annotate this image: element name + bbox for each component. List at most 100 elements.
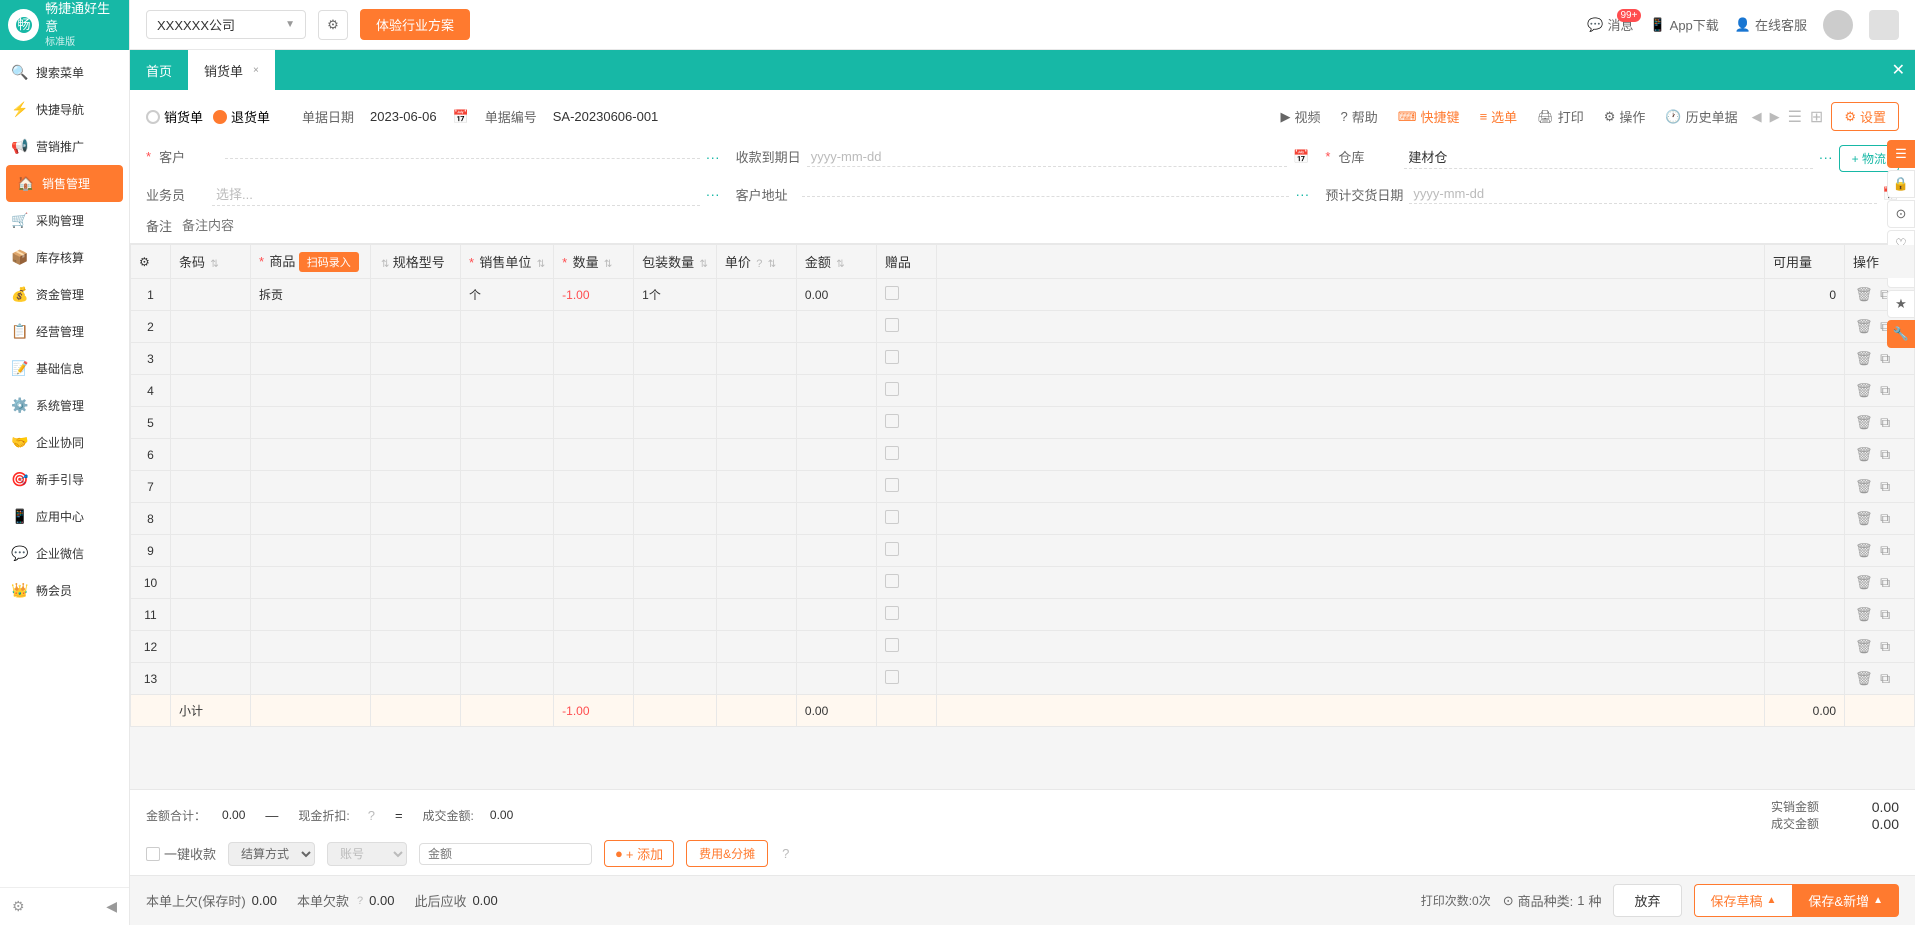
row-amount[interactable]: [796, 599, 876, 631]
row-amount[interactable]: [796, 663, 876, 695]
row-barcode[interactable]: [171, 599, 251, 631]
shortcut-btn[interactable]: ⌨ 快捷键: [1392, 104, 1466, 129]
gift-checkbox[interactable]: [885, 350, 899, 364]
sidebar-item-quicknav[interactable]: ⚡ 快捷导航: [0, 91, 129, 128]
row-barcode[interactable]: [171, 567, 251, 599]
delivery-date-input[interactable]: yyyy-mm-dd: [1409, 184, 1876, 204]
salesman-input[interactable]: 选择...: [212, 182, 700, 206]
sidebar-item-search[interactable]: 🔍 搜索菜单: [0, 54, 129, 91]
row-gift[interactable]: [876, 407, 936, 439]
row-qty[interactable]: [554, 503, 634, 535]
row-barcode[interactable]: [171, 535, 251, 567]
gift-checkbox[interactable]: [885, 606, 899, 620]
delete-icon[interactable]: 🗑: [1855, 350, 1873, 366]
row-unit[interactable]: [461, 567, 554, 599]
row-gift[interactable]: [876, 503, 936, 535]
row-pkgqty[interactable]: [634, 343, 717, 375]
sidebar-item-inventory[interactable]: 📦 库存核算: [0, 239, 129, 276]
row-gift[interactable]: [876, 535, 936, 567]
row-qty[interactable]: [554, 471, 634, 503]
copy-icon[interactable]: ⧉: [1880, 510, 1890, 526]
row-product[interactable]: [251, 503, 371, 535]
row-unit[interactable]: [461, 599, 554, 631]
row-product[interactable]: 拆贡: [251, 279, 371, 311]
th-settings[interactable]: ⚙: [131, 245, 171, 279]
gift-checkbox[interactable]: [885, 574, 899, 588]
row-unit[interactable]: [461, 663, 554, 695]
row-unit[interactable]: [461, 631, 554, 663]
sidebar-item-basic-info[interactable]: 📝 基础信息: [0, 350, 129, 387]
row-amount[interactable]: [796, 407, 876, 439]
radio-return-order[interactable]: 退货单: [213, 107, 270, 126]
gift-checkbox[interactable]: [885, 478, 899, 492]
expense-btn[interactable]: 费用&分摊: [686, 840, 768, 867]
row-amount[interactable]: [796, 631, 876, 663]
row-amount[interactable]: [796, 567, 876, 599]
row-pkgqty[interactable]: [634, 631, 717, 663]
pay-method-select[interactable]: 结算方式: [228, 842, 315, 866]
one-click-checkbox[interactable]: [146, 847, 160, 861]
row-pkgqty[interactable]: [634, 375, 717, 407]
row-qty[interactable]: [554, 343, 634, 375]
row-spec[interactable]: [371, 375, 461, 407]
notes-input[interactable]: [182, 218, 1899, 233]
row-barcode[interactable]: [171, 471, 251, 503]
row-pkgqty[interactable]: [634, 311, 717, 343]
row-qty[interactable]: -1.00: [554, 279, 634, 311]
ops-btn[interactable]: ⚙ 操作: [1598, 104, 1652, 129]
row-pkgqty[interactable]: [634, 407, 717, 439]
delete-icon[interactable]: 🗑: [1855, 670, 1873, 686]
row-barcode[interactable]: [171, 631, 251, 663]
delete-icon[interactable]: 🗑: [1855, 478, 1873, 494]
delete-icon[interactable]: 🗑: [1855, 510, 1873, 526]
row-qty[interactable]: [554, 311, 634, 343]
row-unit[interactable]: [461, 375, 554, 407]
row-price[interactable]: [716, 663, 796, 695]
row-barcode[interactable]: [171, 407, 251, 439]
row-barcode[interactable]: [171, 311, 251, 343]
sidebar-item-collab[interactable]: 🤝 企业协同: [0, 424, 129, 461]
row-price[interactable]: [716, 503, 796, 535]
row-gift[interactable]: [876, 631, 936, 663]
video-btn[interactable]: ▶ 视频: [1275, 104, 1327, 129]
row-pkgqty[interactable]: [634, 439, 717, 471]
copy-icon[interactable]: ⧉: [1880, 574, 1890, 590]
row-amount[interactable]: [796, 471, 876, 503]
row-qty[interactable]: [554, 407, 634, 439]
row-price[interactable]: [716, 407, 796, 439]
help-btn[interactable]: ? 帮助: [1335, 104, 1384, 129]
nav-prev-icon[interactable]: ◀: [1752, 109, 1762, 125]
gift-checkbox[interactable]: [885, 510, 899, 524]
gear-button[interactable]: ⚙: [318, 10, 348, 40]
trial-button[interactable]: 体验行业方案: [360, 9, 470, 40]
gift-checkbox[interactable]: [885, 446, 899, 460]
row-barcode[interactable]: [171, 375, 251, 407]
delete-icon[interactable]: 🗑: [1855, 606, 1873, 622]
right-panel-btn-6[interactable]: ★: [1887, 290, 1915, 318]
row-qty[interactable]: [554, 631, 634, 663]
row-barcode[interactable]: [171, 279, 251, 311]
row-qty[interactable]: [554, 535, 634, 567]
print-btn[interactable]: 🖨 打印: [1531, 104, 1590, 129]
gift-checkbox[interactable]: [885, 638, 899, 652]
row-unit[interactable]: [461, 407, 554, 439]
discount-help-icon[interactable]: ?: [368, 808, 375, 823]
save-new-btn[interactable]: 保存&新增 ▲: [1792, 884, 1899, 917]
warehouse-more-btn[interactable]: ···: [1819, 149, 1833, 165]
row-unit[interactable]: [461, 535, 554, 567]
row-pkgqty[interactable]: [634, 535, 717, 567]
row-amount[interactable]: [796, 311, 876, 343]
row-product[interactable]: [251, 439, 371, 471]
history-btn[interactable]: 🕐 历史单据: [1659, 104, 1743, 129]
row-spec[interactable]: [371, 663, 461, 695]
delete-icon[interactable]: 🗑: [1855, 446, 1873, 462]
product-kind[interactable]: ⊙ 商品种类: 1 种: [1503, 891, 1602, 910]
row-unit[interactable]: [461, 471, 554, 503]
row-spec[interactable]: [371, 343, 461, 375]
row-product[interactable]: [251, 471, 371, 503]
messages-button[interactable]: 💬 消息 99+: [1587, 15, 1633, 34]
account-select[interactable]: 账号: [327, 842, 407, 866]
right-panel-btn-1[interactable]: ☰: [1887, 140, 1915, 168]
delete-icon[interactable]: 🗑: [1855, 382, 1873, 398]
copy-icon[interactable]: ⧉: [1880, 542, 1890, 558]
